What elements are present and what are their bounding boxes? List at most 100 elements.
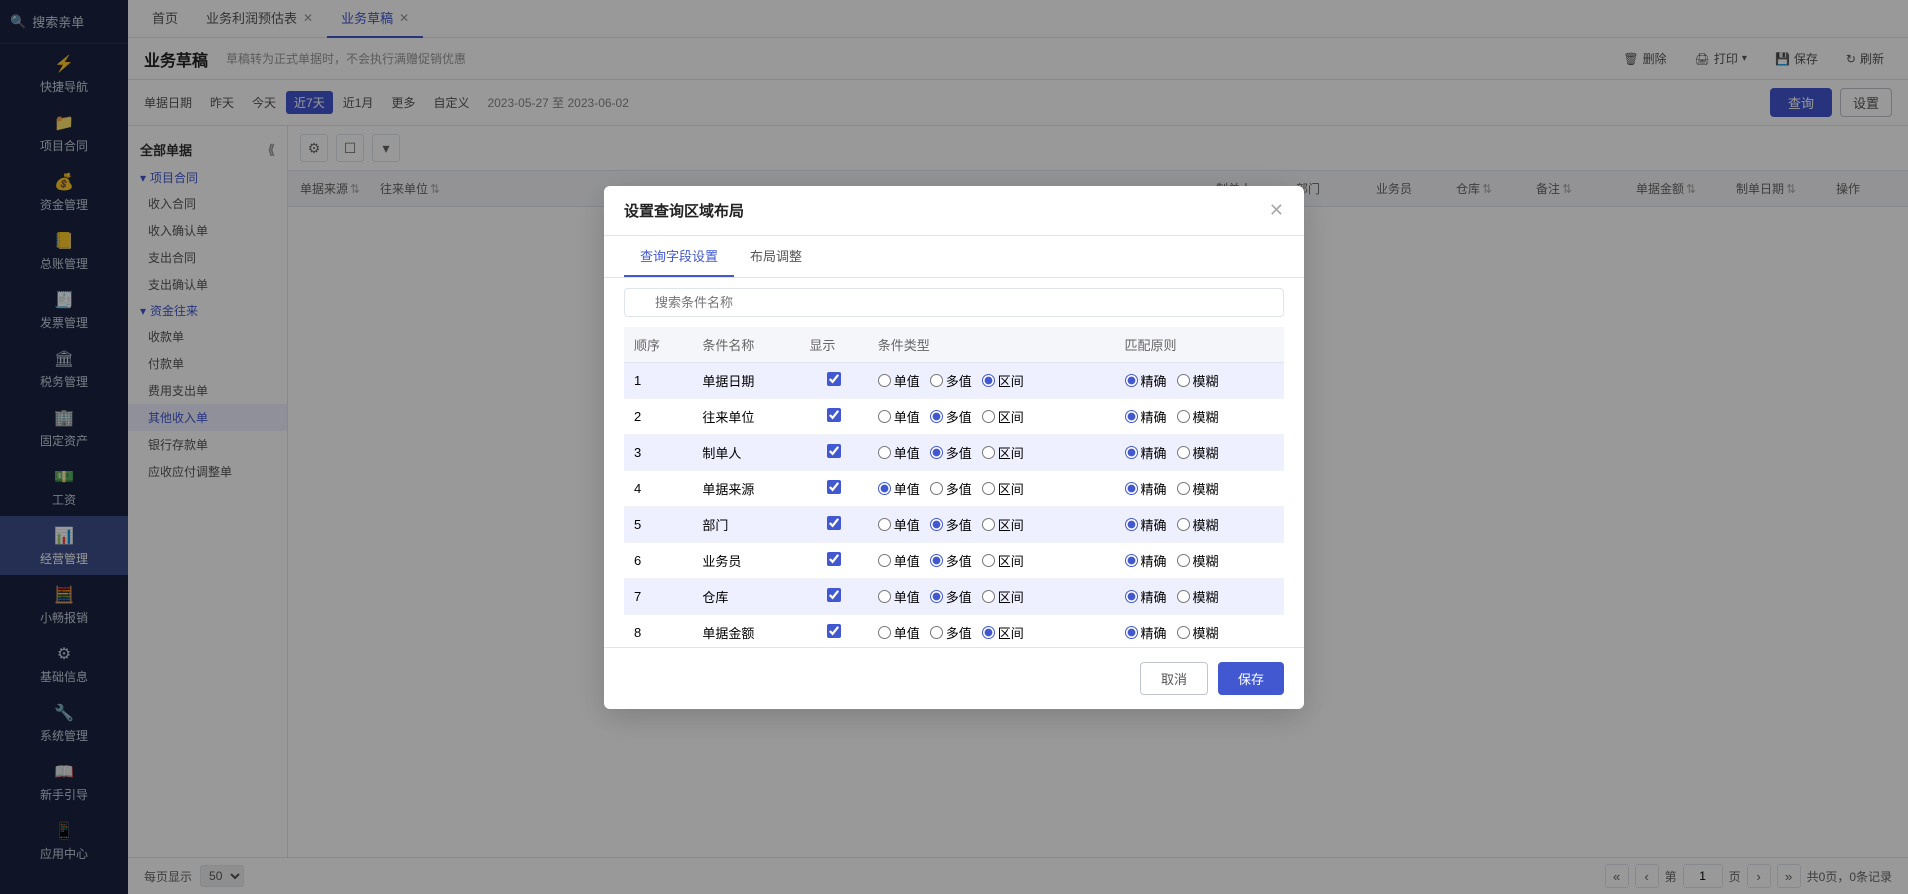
type-radio-单值-1[interactable]: 单值 [878,371,920,390]
row-show-8 [799,614,867,647]
row-name-2: 往来单位 [692,398,799,434]
match-radio-精确-7[interactable]: 精确 [1125,587,1167,606]
row-show-6 [799,542,867,578]
row-type-5: 单值多值区间 [868,506,1115,542]
type-radio-区间-6[interactable]: 区间 [982,551,1024,570]
type-radio-区间-1[interactable]: 区间 [982,371,1024,390]
match-radio-模糊-8[interactable]: 模糊 [1177,623,1219,642]
type-radio-多值-6[interactable]: 多值 [930,551,972,570]
type-radio-区间-7[interactable]: 区间 [982,587,1024,606]
row-type-3: 单值多值区间 [868,434,1115,470]
row-type-4: 单值多值区间 [868,470,1115,506]
row-match-4: 精确模糊 [1115,470,1284,506]
table-row: 8单据金额单值多值区间精确模糊 [624,614,1284,647]
modal-save-button[interactable]: 保存 [1218,662,1284,695]
type-radio-区间-2[interactable]: 区间 [982,407,1024,426]
modal-header: 设置查询区域布局 ✕ [604,186,1304,236]
match-radio-精确-4[interactable]: 精确 [1125,479,1167,498]
table-row: 6业务员单值多值区间精确模糊 [624,542,1284,578]
show-checkbox-8[interactable] [827,624,841,638]
row-show-4 [799,470,867,506]
row-match-6: 精确模糊 [1115,542,1284,578]
modal-overlay: 设置查询区域布局 ✕ 查询字段设置 布局调整 🔍 顺序 条件名称 [0,0,1908,894]
show-checkbox-2[interactable] [827,408,841,422]
show-checkbox-7[interactable] [827,588,841,602]
show-checkbox-5[interactable] [827,516,841,530]
row-name-7: 仓库 [692,578,799,614]
show-checkbox-3[interactable] [827,444,841,458]
match-radio-模糊-4[interactable]: 模糊 [1177,479,1219,498]
th-show: 显示 [799,327,867,363]
match-radio-精确-2[interactable]: 精确 [1125,407,1167,426]
match-radio-模糊-7[interactable]: 模糊 [1177,587,1219,606]
table-row: 7仓库单值多值区间精确模糊 [624,578,1284,614]
modal-tab-fields[interactable]: 查询字段设置 [624,236,734,277]
row-show-7 [799,578,867,614]
type-radio-单值-5[interactable]: 单值 [878,515,920,534]
type-radio-单值-4[interactable]: 单值 [878,479,920,498]
modal-table-wrap: 顺序 条件名称 显示 条件类型 匹配原则 1单据日期单值多值区间精确模糊2往来单… [604,327,1304,647]
type-radio-多值-2[interactable]: 多值 [930,407,972,426]
modal-search-area: 🔍 [604,278,1304,327]
type-radio-区间-5[interactable]: 区间 [982,515,1024,534]
row-type-2: 单值多值区间 [868,398,1115,434]
row-match-2: 精确模糊 [1115,398,1284,434]
row-type-8: 单值多值区间 [868,614,1115,647]
row-name-1: 单据日期 [692,362,799,398]
match-radio-模糊-3[interactable]: 模糊 [1177,443,1219,462]
show-checkbox-4[interactable] [827,480,841,494]
match-radio-模糊-2[interactable]: 模糊 [1177,407,1219,426]
row-type-1: 单值多值区间 [868,362,1115,398]
th-name: 条件名称 [692,327,799,363]
type-radio-单值-8[interactable]: 单值 [878,623,920,642]
type-radio-多值-1[interactable]: 多值 [930,371,972,390]
table-row: 2往来单位单值多值区间精确模糊 [624,398,1284,434]
row-match-3: 精确模糊 [1115,434,1284,470]
row-name-3: 制单人 [692,434,799,470]
table-row: 1单据日期单值多值区间精确模糊 [624,362,1284,398]
show-checkbox-6[interactable] [827,552,841,566]
modal-table: 顺序 条件名称 显示 条件类型 匹配原则 1单据日期单值多值区间精确模糊2往来单… [624,327,1284,647]
modal-dialog: 设置查询区域布局 ✕ 查询字段设置 布局调整 🔍 顺序 条件名称 [604,186,1304,709]
type-radio-区间-4[interactable]: 区间 [982,479,1024,498]
th-condition-type: 条件类型 [868,327,1115,363]
type-radio-区间-8[interactable]: 区间 [982,623,1024,642]
row-order-8: 8 [624,614,692,647]
type-radio-单值-2[interactable]: 单值 [878,407,920,426]
row-show-1 [799,362,867,398]
match-radio-精确-1[interactable]: 精确 [1125,371,1167,390]
row-order-5: 5 [624,506,692,542]
th-match: 匹配原则 [1115,327,1284,363]
match-radio-模糊-1[interactable]: 模糊 [1177,371,1219,390]
row-match-5: 精确模糊 [1115,506,1284,542]
modal-close-button[interactable]: ✕ [1269,200,1284,221]
type-radio-多值-8[interactable]: 多值 [930,623,972,642]
modal-tab-layout[interactable]: 布局调整 [734,236,818,277]
type-radio-多值-4[interactable]: 多值 [930,479,972,498]
row-show-2 [799,398,867,434]
type-radio-多值-5[interactable]: 多值 [930,515,972,534]
cancel-button[interactable]: 取消 [1140,662,1208,695]
match-radio-模糊-5[interactable]: 模糊 [1177,515,1219,534]
match-radio-精确-6[interactable]: 精确 [1125,551,1167,570]
modal-search-wrap: 🔍 [624,288,1284,317]
row-order-4: 4 [624,470,692,506]
match-radio-模糊-6[interactable]: 模糊 [1177,551,1219,570]
modal-search-input[interactable] [624,288,1284,317]
type-radio-多值-3[interactable]: 多值 [930,443,972,462]
modal-body: 查询字段设置 布局调整 🔍 顺序 条件名称 显示 条件类型 [604,236,1304,647]
th-order: 顺序 [624,327,692,363]
show-checkbox-1[interactable] [827,372,841,386]
match-radio-精确-5[interactable]: 精确 [1125,515,1167,534]
row-match-1: 精确模糊 [1115,362,1284,398]
type-radio-单值-6[interactable]: 单值 [878,551,920,570]
match-radio-精确-3[interactable]: 精确 [1125,443,1167,462]
row-show-5 [799,506,867,542]
match-radio-精确-8[interactable]: 精确 [1125,623,1167,642]
type-radio-单值-7[interactable]: 单值 [878,587,920,606]
type-radio-单值-3[interactable]: 单值 [878,443,920,462]
modal-footer: 取消 保存 [604,647,1304,709]
type-radio-区间-3[interactable]: 区间 [982,443,1024,462]
row-order-6: 6 [624,542,692,578]
type-radio-多值-7[interactable]: 多值 [930,587,972,606]
